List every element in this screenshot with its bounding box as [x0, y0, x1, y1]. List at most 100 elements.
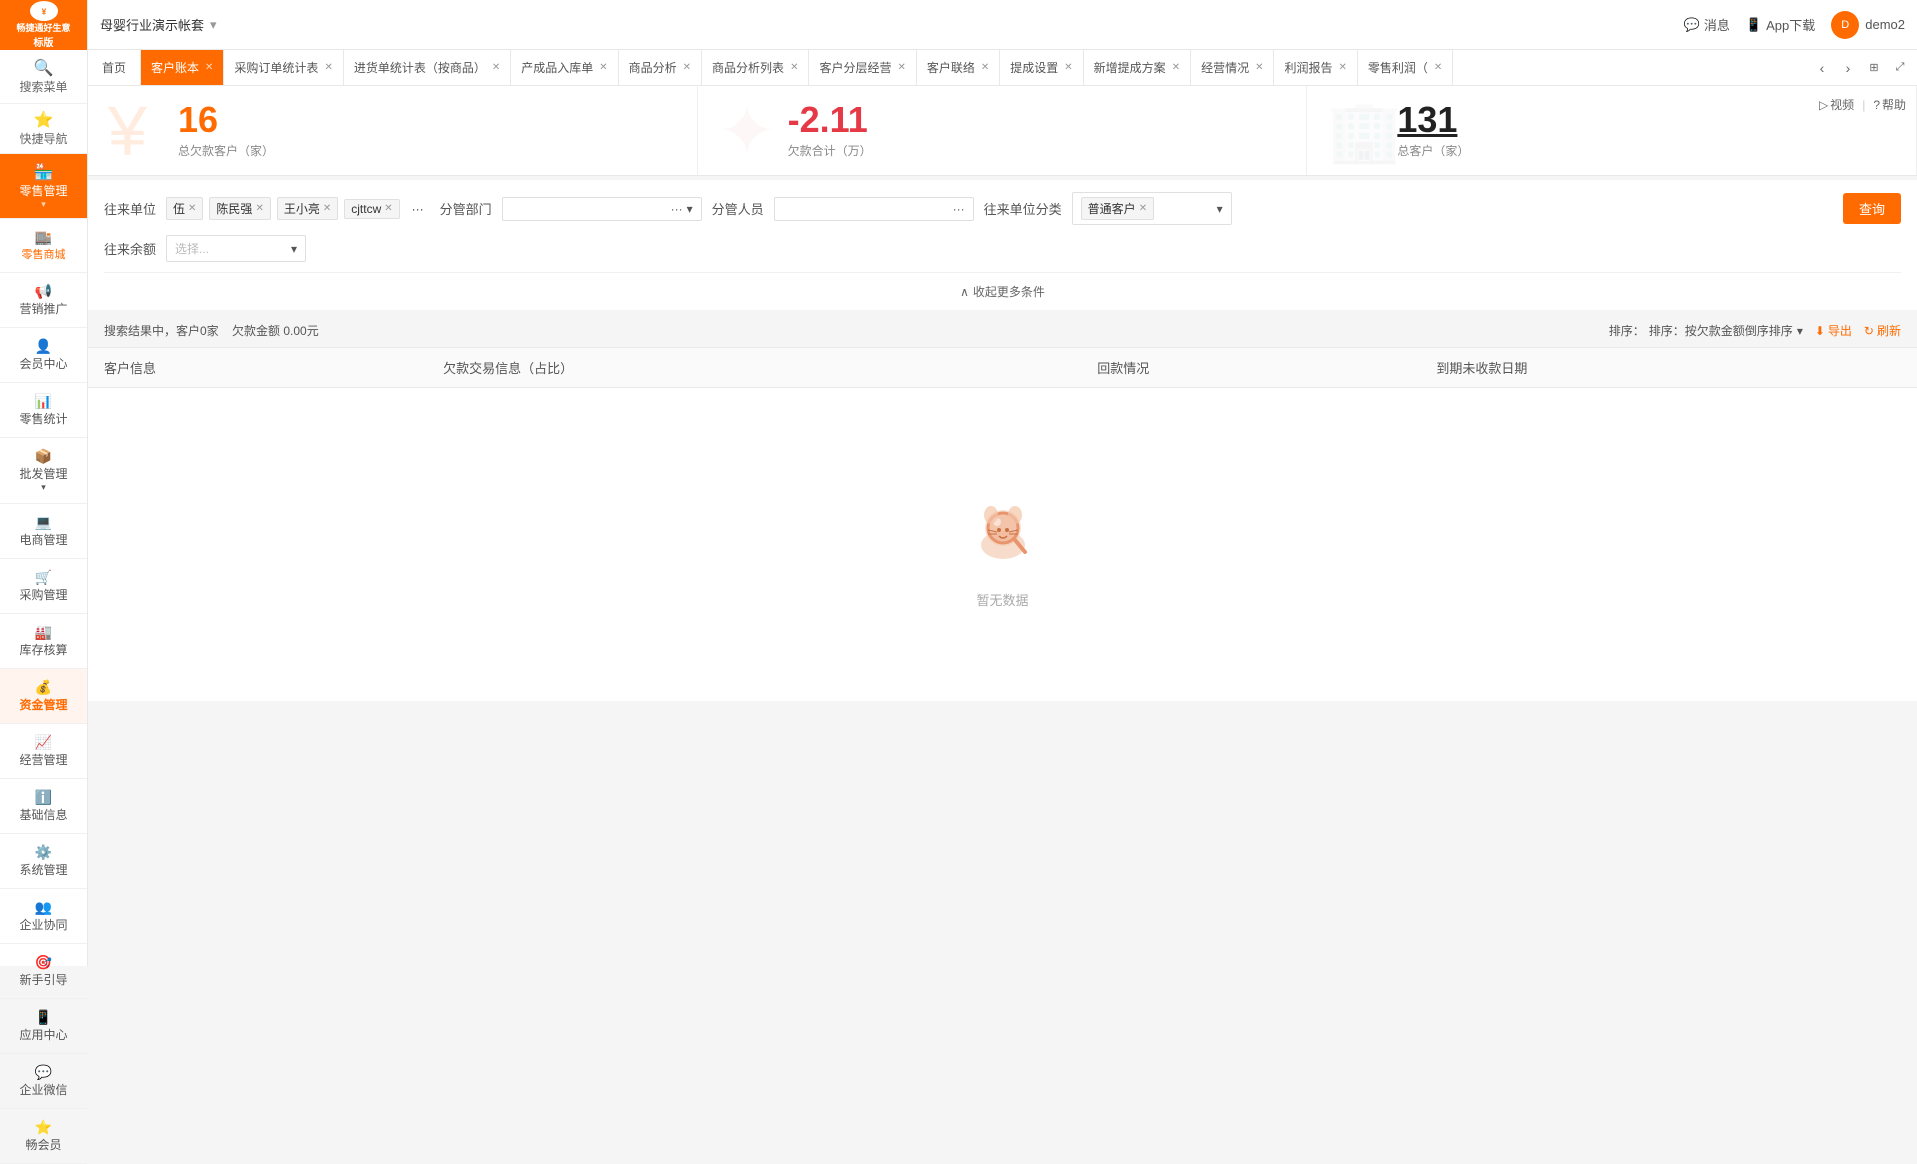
refresh-icon: ↻: [1864, 324, 1874, 338]
tab-close-product-inbound[interactable]: ✕: [599, 62, 607, 73]
tab-close-business-status[interactable]: ✕: [1255, 62, 1263, 73]
data-table-container: 客户信息 欠款交易信息（占比） 回款情况 到期未收款日期: [88, 348, 1917, 702]
empty-text: 暂无数据: [976, 590, 1028, 609]
person-filter-label: 分管人员: [712, 199, 764, 218]
collapse-button[interactable]: ∧ 收起更多条件: [960, 277, 1045, 306]
tab-close-purchase-order[interactable]: ✕: [324, 62, 332, 73]
account-selector[interactable]: 母婴行业演示帐套 ▾: [100, 15, 217, 34]
stats-value-clients: 131: [1397, 102, 1469, 138]
sidebar-item-retail-mall[interactable]: 🏬 零售商城: [0, 219, 87, 273]
tab-purchase-stats[interactable]: 进货单统计表（按商品） ✕: [344, 50, 511, 86]
tab-close-profit-report[interactable]: ✕: [1339, 62, 1347, 73]
sidebar-item-system[interactable]: ⚙️ 系统管理: [0, 834, 87, 889]
sidebar-item-search[interactable]: 🔍 搜索菜单: [0, 50, 87, 104]
tab-product-inbound[interactable]: 产成品入库单 ✕: [511, 50, 618, 86]
tab-goods-analysis[interactable]: 商品分析 ✕: [619, 50, 702, 86]
unit-tag-chen-close[interactable]: ✕: [255, 203, 263, 214]
logo-subtext: 标版: [34, 34, 54, 49]
dept-more-icon: ···: [671, 202, 683, 216]
dept-dropdown[interactable]: ··· ▾: [502, 197, 702, 221]
chevron-up-icon: ∧: [960, 285, 969, 299]
tab-customer-tier[interactable]: 客户分层经营 ✕: [809, 50, 916, 86]
tab-profit-report[interactable]: 利润报告 ✕: [1274, 50, 1357, 86]
sidebar-item-marketing[interactable]: 📢 营销推广: [0, 273, 87, 328]
help-button[interactable]: ? 帮助: [1873, 96, 1906, 113]
user-menu[interactable]: D demo2: [1831, 11, 1905, 39]
tab-close-add-plan[interactable]: ✕: [1172, 62, 1180, 73]
sidebar-item-inventory[interactable]: 🏭 库存核算: [0, 614, 87, 669]
tab-close-retail-profit[interactable]: ✕: [1434, 62, 1442, 73]
sidebar-item-vip[interactable]: ⭐ 畅会员: [0, 1109, 87, 1164]
tab-retail-profit[interactable]: 零售利润（ ✕: [1358, 50, 1453, 86]
sidebar-item-newbie[interactable]: 🎯 新手引导: [0, 944, 87, 999]
app-download-button[interactable]: 📱 App下载: [1746, 15, 1815, 34]
result-bar: 搜索结果中，客户0家 欠款金额 0.00元 排序： 排序：按欠款金额倒序排序 ▾…: [88, 314, 1917, 348]
sidebar-item-ecommerce[interactable]: 💻 电商管理: [0, 504, 87, 559]
empty-illustration: [953, 480, 1053, 580]
tab-next-button[interactable]: ›: [1837, 57, 1859, 79]
sidebar-item-app-center[interactable]: 📱 应用中心: [0, 999, 87, 1054]
refresh-button[interactable]: ↻ 刷新: [1864, 322, 1901, 339]
export-button[interactable]: ⬇ 导出: [1815, 322, 1852, 339]
tab-home[interactable]: 首页: [88, 50, 141, 86]
page-content: ¥ 16 总欠款客户（家） ✦ -2.11 欠款合计（万） 🏢 131: [88, 86, 1917, 966]
sidebar-item-finance[interactable]: 💰 资金管理: [0, 669, 87, 724]
category-dropdown[interactable]: 普通客户 ✕ ▾: [1072, 192, 1232, 225]
tab-bar: 首页 客户账本 ✕ 采购订单统计表 ✕ 进货单统计表（按商品） ✕ 产成品入库单…: [88, 50, 1917, 86]
col-debt-info: 欠款交易信息（占比）: [427, 348, 1081, 388]
sidebar-item-wechat[interactable]: 💬 企业微信: [0, 1054, 87, 1109]
balance-filter-label: 往来余额: [104, 239, 156, 258]
result-summary: 搜索结果中，客户0家 欠款金额 0.00元: [104, 322, 319, 339]
query-button[interactable]: 查询: [1843, 193, 1901, 224]
sidebar: ¥ 畅捷通好生意 标版 🔍 搜索菜单 ⭐ 快捷导航 🏪 零售管理 ▾ 🏬 零售商…: [0, 0, 88, 966]
sidebar-item-wholesale[interactable]: 📦 批发管理 ▾: [0, 438, 87, 504]
empty-state-cell: 暂无数据: [88, 388, 1917, 702]
tab-close-raise-settings[interactable]: ✕: [1064, 62, 1072, 73]
tab-raise-settings[interactable]: 提成设置 ✕: [1000, 50, 1083, 86]
tab-goods-analysis-list[interactable]: 商品分析列表 ✕: [702, 50, 809, 86]
category-tag-close[interactable]: ✕: [1139, 203, 1147, 214]
app-logo: ¥ 畅捷通好生意 标版: [0, 0, 87, 50]
sort-selector[interactable]: 排序： 排序：按欠款金额倒序排序 ▾: [1609, 322, 1803, 339]
video-help-button[interactable]: ▷ 视频: [1819, 96, 1854, 113]
tab-add-plan[interactable]: 新增提成方案 ✕: [1084, 50, 1191, 86]
message-button[interactable]: 💬 消息: [1684, 15, 1730, 34]
unit-tag-chen: 陈民强 ✕: [209, 197, 270, 220]
unit-tag-wang-close[interactable]: ✕: [323, 203, 331, 214]
logo-icon: ¥: [30, 1, 58, 21]
unit-tag-cjttcw-close[interactable]: ✕: [384, 203, 392, 214]
tab-fullscreen-button[interactable]: ⤢: [1889, 57, 1911, 79]
tab-purchase-order[interactable]: 采购订单统计表 ✕: [224, 50, 343, 86]
sidebar-item-quick-nav[interactable]: ⭐ 快捷导航: [0, 104, 87, 154]
tab-business-status[interactable]: 经营情况 ✕: [1191, 50, 1274, 86]
sidebar-item-retail-stats[interactable]: 📊 零售统计: [0, 383, 87, 438]
avatar: D: [1831, 11, 1859, 39]
unit-filter-label: 往来单位: [104, 199, 156, 218]
unit-tag-wu-close[interactable]: ✕: [188, 203, 196, 214]
chevron-down-icon-sort: ▾: [1797, 324, 1803, 338]
sidebar-item-purchase[interactable]: 🛒 采购管理: [0, 559, 87, 614]
tab-expand-button[interactable]: ⊞: [1863, 57, 1885, 79]
chevron-down-icon-category: ▾: [1217, 202, 1223, 216]
chevron-down-icon-balance: ▾: [291, 242, 297, 256]
sidebar-item-operation[interactable]: 📈 经营管理: [0, 724, 87, 779]
stats-card-total-debt: ✦ -2.11 欠款合计（万）: [698, 86, 1308, 175]
person-dropdown[interactable]: ···: [774, 197, 974, 221]
tab-close-customer-contact[interactable]: ✕: [981, 62, 989, 73]
tab-close-customer[interactable]: ✕: [205, 62, 213, 73]
tab-customer-contact[interactable]: 客户联络 ✕: [917, 50, 1000, 86]
sidebar-item-member[interactable]: 👤 会员中心: [0, 328, 87, 383]
tab-close-goods-analysis[interactable]: ✕: [683, 62, 691, 73]
balance-dropdown[interactable]: 选择... ▾: [166, 235, 306, 262]
tab-customer[interactable]: 客户账本 ✕: [141, 50, 224, 86]
sidebar-item-enterprise[interactable]: 👥 企业协同: [0, 889, 87, 944]
tab-close-purchase-stats[interactable]: ✕: [492, 62, 500, 73]
tab-close-goods-analysis-list[interactable]: ✕: [790, 62, 798, 73]
sidebar-item-retail[interactable]: 🏪 零售管理 ▾: [0, 154, 87, 219]
tab-close-customer-tier[interactable]: ✕: [897, 62, 905, 73]
sidebar-item-basic[interactable]: ℹ️ 基础信息: [0, 779, 87, 834]
tab-prev-button[interactable]: ‹: [1811, 57, 1833, 79]
export-icon: ⬇: [1815, 324, 1825, 338]
chevron-down-icon: ▾: [210, 17, 217, 33]
unit-tag-more[interactable]: ···: [406, 200, 430, 218]
